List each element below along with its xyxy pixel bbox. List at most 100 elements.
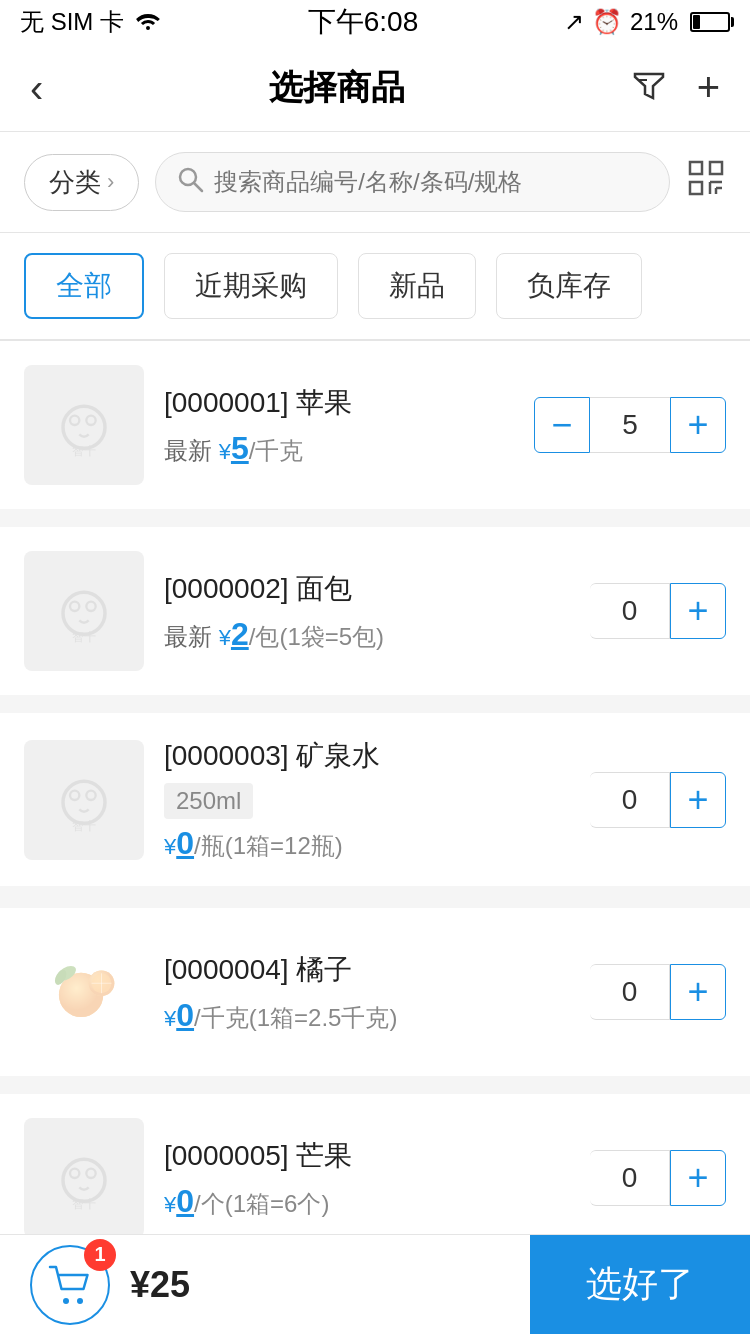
qty-plus-button[interactable]: + — [670, 583, 726, 639]
svg-point-42 — [63, 1298, 69, 1304]
svg-point-20 — [86, 790, 95, 799]
alarm-icon: ⏰ — [592, 8, 622, 36]
product-name: [0000002] 面包 — [164, 570, 570, 608]
product-price: 最新 ¥2/包(1袋=5包) — [164, 616, 570, 653]
quantity-control: + — [590, 583, 726, 639]
category-chevron-icon: › — [107, 169, 114, 195]
carrier-text: 无 SIM 卡 — [20, 6, 124, 38]
svg-text:智十: 智十 — [72, 630, 96, 643]
add-icon[interactable]: + — [697, 65, 720, 110]
quantity-control: + — [590, 964, 726, 1020]
svg-point-10 — [63, 406, 105, 448]
product-info: [0000005] 芒果 ¥0/个(1箱=6个) — [164, 1137, 570, 1220]
product-spec: 250ml — [164, 783, 253, 819]
svg-text:智十: 智十 — [72, 819, 96, 832]
nav-bar: ‹ 选择商品 + — [0, 44, 750, 132]
product-info: [0000003] 矿泉水 250ml ¥0/瓶(1箱=12瓶) — [164, 737, 570, 862]
product-list: 智十 [0000001] 苹果 最新 ¥5/千克 − + — [0, 341, 750, 1334]
nav-left: ‹ — [30, 68, 43, 108]
svg-point-31 — [63, 1159, 105, 1201]
svg-line-2 — [194, 183, 202, 191]
qty-plus-button[interactable]: + — [670, 964, 726, 1020]
battery-text: 21% — [630, 8, 678, 36]
nav-right: + — [631, 65, 720, 110]
tab-bar: 全部 近期采购 新品 负库存 — [0, 233, 750, 341]
list-item: 智十 [0000003] 矿泉水 250ml ¥0/瓶(1箱=12瓶) + — [0, 713, 750, 886]
status-time: 下午6:08 — [308, 3, 419, 41]
list-item: 智十 [0000002] 面包 最新 ¥2/包(1袋=5包) + — [0, 527, 750, 695]
svg-point-14 — [63, 592, 105, 634]
cart-section: 1 ¥25 — [0, 1245, 530, 1325]
svg-point-18 — [63, 781, 105, 823]
quantity-input[interactable] — [590, 397, 670, 453]
cart-icon-button[interactable]: 1 — [30, 1245, 110, 1325]
status-carrier: 无 SIM 卡 — [20, 6, 162, 38]
qty-plus-button[interactable]: + — [670, 1150, 726, 1206]
quantity-input[interactable] — [590, 964, 670, 1020]
svg-point-11 — [70, 416, 79, 425]
product-thumb: 智十 — [24, 365, 144, 485]
tab-new[interactable]: 新品 — [358, 253, 476, 319]
battery-icon — [690, 12, 730, 32]
wifi-icon — [134, 8, 162, 36]
quantity-input[interactable] — [590, 583, 670, 639]
list-item: 智十 [0000001] 苹果 最新 ¥5/千克 − + — [0, 341, 750, 509]
qty-plus-button[interactable]: + — [670, 772, 726, 828]
qty-minus-button[interactable]: − — [534, 397, 590, 453]
product-price: ¥0/个(1箱=6个) — [164, 1183, 570, 1220]
back-button[interactable]: ‹ — [30, 68, 43, 108]
product-thumb: 智十 — [24, 1118, 144, 1238]
svg-rect-3 — [690, 162, 702, 174]
svg-rect-4 — [690, 182, 702, 194]
svg-text:智十: 智十 — [72, 1197, 96, 1210]
product-price: ¥0/千克(1箱=2.5千克) — [164, 997, 570, 1034]
svg-point-15 — [70, 602, 79, 611]
filter-bar: 分类 › — [0, 132, 750, 233]
category-button[interactable]: 分类 › — [24, 154, 139, 211]
product-name: [0000004] 橘子 — [164, 951, 570, 989]
quantity-input[interactable] — [590, 1150, 670, 1206]
quantity-input[interactable] — [590, 772, 670, 828]
svg-point-43 — [77, 1298, 83, 1304]
product-info: [0000002] 面包 最新 ¥2/包(1袋=5包) — [164, 570, 570, 653]
quantity-control: + — [590, 1150, 726, 1206]
page-title: 选择商品 — [269, 65, 405, 111]
search-icon — [176, 165, 204, 200]
filter-icon[interactable] — [631, 66, 667, 110]
svg-rect-5 — [710, 162, 722, 174]
confirm-button[interactable]: 选好了 — [530, 1235, 750, 1335]
product-name: [0000001] 苹果 — [164, 384, 514, 422]
svg-point-19 — [70, 790, 79, 799]
list-item: [0000004] 橘子 ¥0/千克(1箱=2.5千克) + — [0, 908, 750, 1076]
product-price: 最新 ¥5/千克 — [164, 430, 514, 467]
status-bar: 无 SIM 卡 下午6:08 ↗ ⏰ 21% — [0, 0, 750, 44]
location-icon: ↗ — [564, 8, 584, 36]
product-price: ¥0/瓶(1箱=12瓶) — [164, 825, 570, 862]
quantity-control: + — [590, 772, 726, 828]
status-indicators: ↗ ⏰ 21% — [564, 8, 730, 36]
cart-badge: 1 — [84, 1239, 116, 1271]
product-thumb — [24, 932, 144, 1052]
svg-point-16 — [86, 602, 95, 611]
tab-negative[interactable]: 负库存 — [496, 253, 642, 319]
tab-all[interactable]: 全部 — [24, 253, 144, 319]
svg-text:智十: 智十 — [72, 444, 96, 457]
search-input[interactable] — [214, 168, 649, 196]
product-thumb: 智十 — [24, 740, 144, 860]
qty-plus-button[interactable]: + — [670, 397, 726, 453]
category-label: 分类 — [49, 165, 101, 200]
bottom-bar: 1 ¥25 选好了 — [0, 1234, 750, 1334]
svg-point-12 — [86, 416, 95, 425]
product-info: [0000001] 苹果 最新 ¥5/千克 — [164, 384, 514, 467]
svg-point-33 — [86, 1169, 95, 1178]
product-name: [0000003] 矿泉水 — [164, 737, 570, 775]
search-box — [155, 152, 670, 212]
quantity-control: − + — [534, 397, 726, 453]
scan-icon[interactable] — [686, 158, 726, 206]
cart-total: ¥25 — [130, 1264, 190, 1306]
product-name: [0000005] 芒果 — [164, 1137, 570, 1175]
svg-point-32 — [70, 1169, 79, 1178]
product-info: [0000004] 橘子 ¥0/千克(1箱=2.5千克) — [164, 951, 570, 1034]
tab-recent[interactable]: 近期采购 — [164, 253, 338, 319]
product-thumb: 智十 — [24, 551, 144, 671]
